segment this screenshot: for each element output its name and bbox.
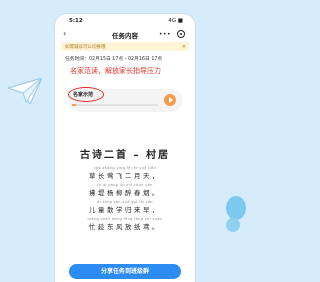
audio-progress-fill [72, 104, 77, 106]
paper-plane-icon [8, 78, 42, 104]
annotation-text: 名家范读，解放家长指导压力 [70, 67, 161, 75]
poem-body: cǎo zhǎng yīng fēi èr yuè tiān 草长莺飞二月天， … [0, 166, 250, 234]
hanzi-text: 儿童散学归来早， [89, 206, 161, 214]
notice-banner: 如需辅读可以切换哦 × [61, 42, 189, 51]
hanzi-text: 忙趁东风放纸鸢。 [89, 223, 161, 231]
close-mini-program-icon[interactable] [177, 30, 185, 38]
hanzi-text: 拂堤杨柳醉春烟。 [89, 189, 161, 197]
audio-label: 名家示范 [73, 92, 94, 98]
poem-line: máng chèn dōng fēng fàng zhǐ yuān 忙趁东风放纸… [0, 217, 250, 234]
audio-progress-bar[interactable] [72, 104, 158, 106]
poem-title: 古诗二首 – 村居 [80, 150, 170, 161]
more-icon[interactable]: ••• [159, 31, 171, 38]
status-bar: 5:12 4G ■ [55, 14, 195, 26]
poem-line: ér tóng sàn xué guī lái zǎo 儿童散学归来早， [0, 200, 250, 217]
play-button[interactable] [164, 94, 176, 106]
task-time: 任务时间：02月15日 17点 - 02月16日 17点 [65, 57, 163, 62]
status-indicators: 4G ■ [168, 18, 183, 24]
notice-text: 如需辅读可以切换哦 [65, 45, 106, 50]
hanzi-text: 草长莺飞二月天， [89, 172, 161, 180]
poem-line: cǎo zhǎng yīng fēi èr yuè tiān 草长莺飞二月天， [0, 166, 250, 183]
nav-bar: ‹ 任务内容 ••• [55, 28, 195, 42]
close-icon[interactable]: × [182, 44, 186, 50]
poem-line: fú dī yáng liǔ zuì chūn yān 拂堤杨柳醉春烟。 [0, 183, 250, 200]
share-to-class-group-button[interactable]: 分享任务到班级群 [69, 264, 181, 279]
page-title: 任务内容 [112, 32, 138, 40]
status-time: 5:12 [69, 18, 83, 24]
